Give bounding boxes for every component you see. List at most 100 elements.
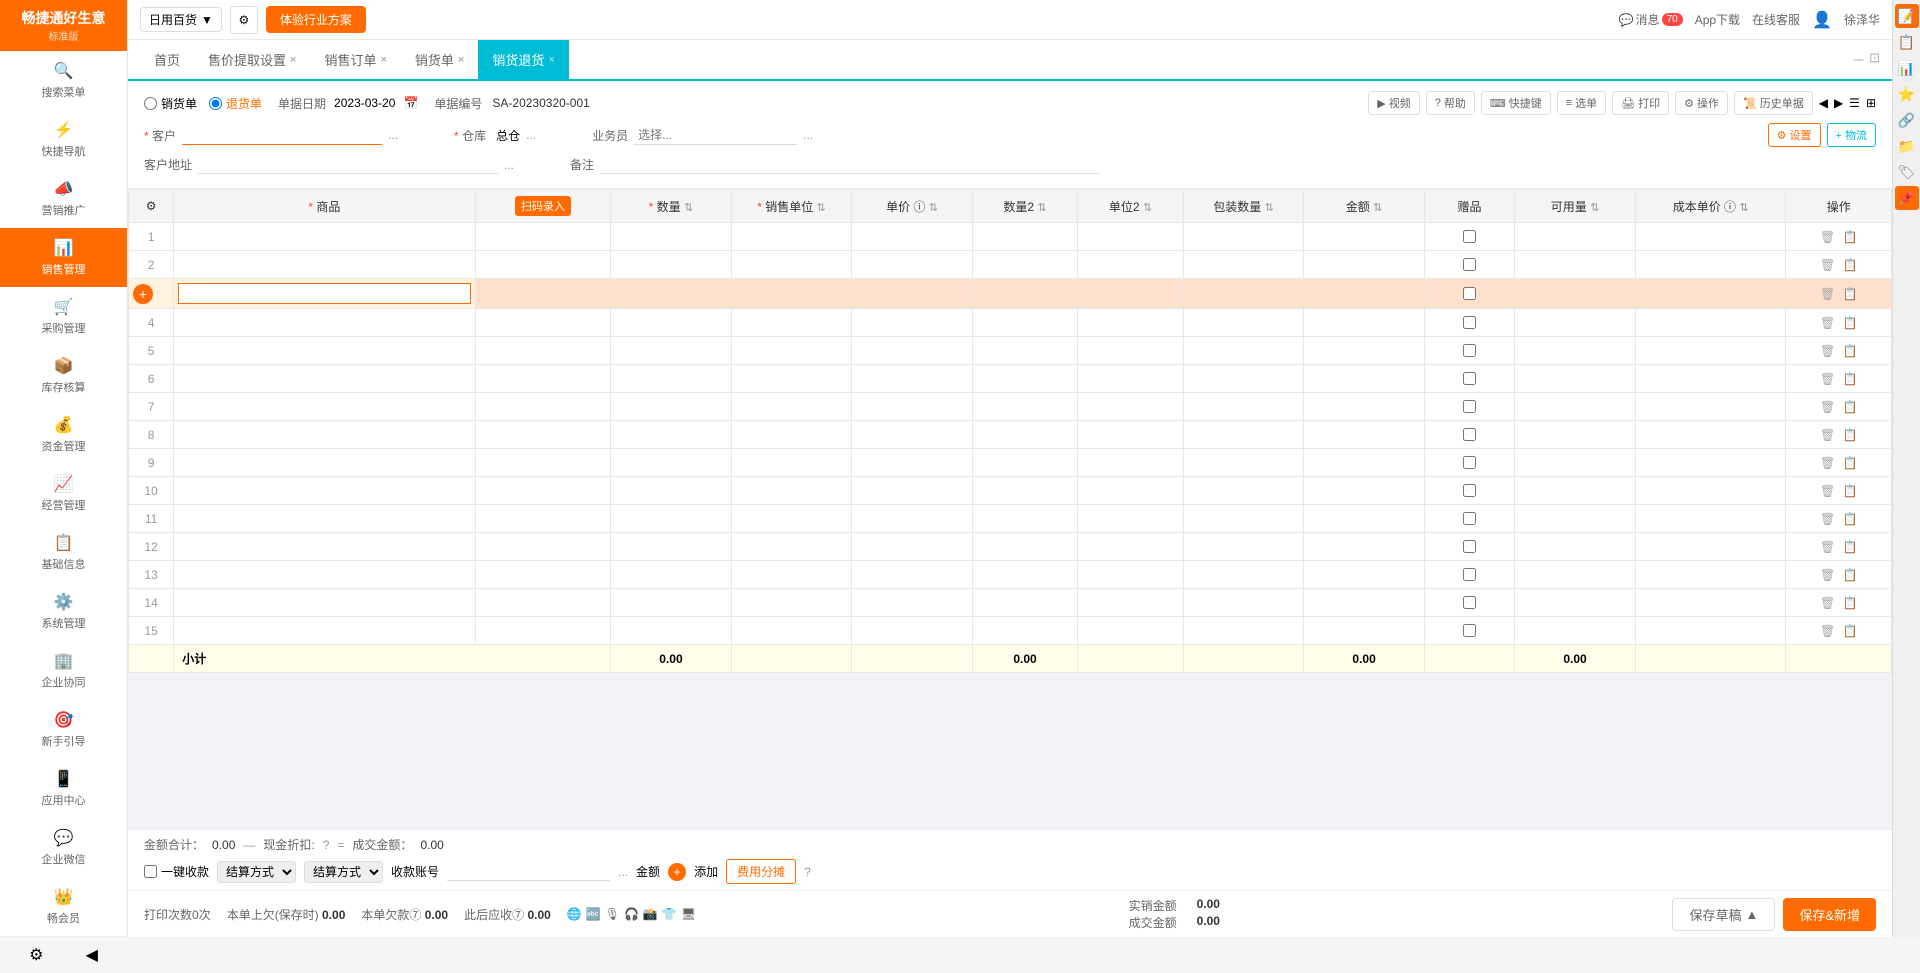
- unit2-cell[interactable]: [1078, 337, 1183, 365]
- gift-checkbox[interactable]: [1463, 596, 1476, 609]
- qty2-cell[interactable]: [972, 421, 1077, 449]
- qty2-cell[interactable]: [972, 309, 1077, 337]
- copy-icon[interactable]: 📋: [1843, 400, 1858, 414]
- amount-cell[interactable]: [1304, 561, 1425, 589]
- print-btn[interactable]: 🖨 打印: [1612, 91, 1669, 115]
- qty-sort-icon[interactable]: ⇅: [684, 202, 693, 214]
- qty2-cell[interactable]: [972, 533, 1077, 561]
- sidebar-item-member[interactable]: 👑 畅会员: [0, 877, 127, 936]
- pkgqty-cell[interactable]: [1183, 449, 1304, 477]
- th-setting[interactable]: ⚙: [129, 190, 174, 223]
- qty2-cell[interactable]: [972, 393, 1077, 421]
- product-cell[interactable]: [174, 393, 475, 421]
- gift-cell[interactable]: [1424, 617, 1514, 645]
- account-input[interactable]: [447, 862, 610, 881]
- close-sales-return-icon[interactable]: ×: [548, 54, 554, 66]
- product-cell[interactable]: [174, 477, 475, 505]
- copy-icon[interactable]: 📋: [1843, 540, 1858, 554]
- fee-btn[interactable]: 费用分摊: [726, 859, 796, 884]
- address-input[interactable]: [198, 155, 498, 174]
- sidebar-item-apps[interactable]: 📱 应用中心: [0, 759, 127, 818]
- close-price-setting-icon[interactable]: ×: [290, 54, 296, 66]
- copy-icon[interactable]: 📋: [1843, 568, 1858, 582]
- account-more-icon[interactable]: ...: [618, 865, 628, 879]
- salesperson-input[interactable]: [634, 126, 797, 145]
- price-cell[interactable]: [852, 421, 973, 449]
- gift-cell[interactable]: [1424, 251, 1514, 279]
- unit-cell[interactable]: [731, 251, 852, 279]
- list-view-icon[interactable]: ☰: [1849, 96, 1860, 110]
- radio-sales-input[interactable]: [144, 97, 157, 110]
- gift-cell[interactable]: [1424, 421, 1514, 449]
- unit-cell[interactable]: [731, 365, 852, 393]
- qty-cell[interactable]: [611, 365, 732, 393]
- unit2-cell[interactable]: [1078, 477, 1183, 505]
- price-cell[interactable]: [852, 617, 973, 645]
- gift-checkbox[interactable]: [1463, 484, 1476, 497]
- qty-cell[interactable]: [611, 505, 732, 533]
- unit2-cell[interactable]: [1078, 223, 1183, 251]
- unit-cell[interactable]: [731, 589, 852, 617]
- qty-cell[interactable]: [611, 251, 732, 279]
- pkgqty-cell[interactable]: [1183, 365, 1304, 393]
- price-sort-icon[interactable]: ⇅: [929, 202, 938, 214]
- pkgqty-cell[interactable]: [1183, 393, 1304, 421]
- price-cell[interactable]: [852, 309, 973, 337]
- gift-checkbox[interactable]: [1463, 512, 1476, 525]
- message-btn[interactable]: 💬 消息 70: [1619, 11, 1683, 28]
- product-cell[interactable]: [174, 251, 475, 279]
- sidebar-item-purchase[interactable]: 🛒 采购管理: [0, 287, 127, 346]
- delete-icon[interactable]: 🗑: [1820, 568, 1835, 582]
- amount-cell[interactable]: [1304, 309, 1425, 337]
- product-cell[interactable]: [174, 589, 475, 617]
- gift-cell[interactable]: [1424, 477, 1514, 505]
- qty2-cell[interactable]: [972, 449, 1077, 477]
- pkgqty-sort-icon[interactable]: ⇅: [1265, 202, 1274, 214]
- add-row-cell[interactable]: +: [129, 279, 174, 309]
- copy-icon[interactable]: 📋: [1843, 344, 1858, 358]
- gift-cell[interactable]: [1424, 309, 1514, 337]
- unit-cell[interactable]: [731, 477, 852, 505]
- sidebar-item-system[interactable]: ⚙️ 系统管理: [0, 582, 127, 641]
- gift-checkbox[interactable]: [1463, 428, 1476, 441]
- amount-cell[interactable]: [1304, 251, 1425, 279]
- price-cell[interactable]: [852, 365, 973, 393]
- unit-cell[interactable]: [731, 617, 852, 645]
- qty2-cell[interactable]: [972, 589, 1077, 617]
- sidebar-collapse-icon[interactable]: ◀: [86, 945, 98, 965]
- delete-icon[interactable]: 🗑: [1820, 400, 1835, 414]
- copy-icon[interactable]: 📋: [1843, 372, 1858, 386]
- unit-cell[interactable]: [731, 449, 852, 477]
- trial-btn[interactable]: 体验行业方案: [266, 6, 366, 33]
- delete-icon[interactable]: 🗑: [1820, 344, 1835, 358]
- qty-cell[interactable]: [611, 533, 732, 561]
- unit2-cell[interactable]: [1078, 449, 1183, 477]
- product-cell[interactable]: [174, 561, 475, 589]
- price-cell[interactable]: [852, 393, 973, 421]
- delete-icon[interactable]: 🗑: [1820, 287, 1835, 301]
- gift-cell[interactable]: [1424, 449, 1514, 477]
- calendar-icon[interactable]: 📅: [403, 96, 418, 110]
- gift-cell[interactable]: [1424, 393, 1514, 421]
- pkgqty-cell[interactable]: [1183, 223, 1304, 251]
- rt-tag-btn[interactable]: 🏷: [1895, 160, 1919, 184]
- close-sales-delivery-icon[interactable]: ×: [458, 54, 464, 66]
- copy-icon[interactable]: 📋: [1843, 316, 1858, 330]
- sidebar-item-operation[interactable]: 📈 经营管理: [0, 464, 127, 523]
- product-cell[interactable]: [174, 505, 475, 533]
- product-cell[interactable]: [174, 337, 475, 365]
- product-cell[interactable]: [174, 309, 475, 337]
- app-download-btn[interactable]: App下载: [1695, 11, 1740, 28]
- rt-link-btn[interactable]: 🔗: [1895, 108, 1919, 132]
- unit-cell[interactable]: [731, 505, 852, 533]
- gift-checkbox[interactable]: [1463, 230, 1476, 243]
- category-select[interactable]: 日用百货 ▼: [140, 7, 222, 32]
- available-sort-icon[interactable]: ⇅: [1590, 202, 1599, 214]
- tab-sales-return[interactable]: 销货退货 ×: [478, 40, 568, 81]
- nav-prev-icon[interactable]: ◀: [1819, 96, 1828, 110]
- rt-pin-btn[interactable]: 📌: [1895, 186, 1919, 210]
- qty2-cell[interactable]: [972, 251, 1077, 279]
- gift-checkbox[interactable]: [1463, 372, 1476, 385]
- sidebar-item-marketing[interactable]: 📣 营销推广: [0, 169, 127, 228]
- salesperson-more-icon[interactable]: ...: [803, 128, 813, 142]
